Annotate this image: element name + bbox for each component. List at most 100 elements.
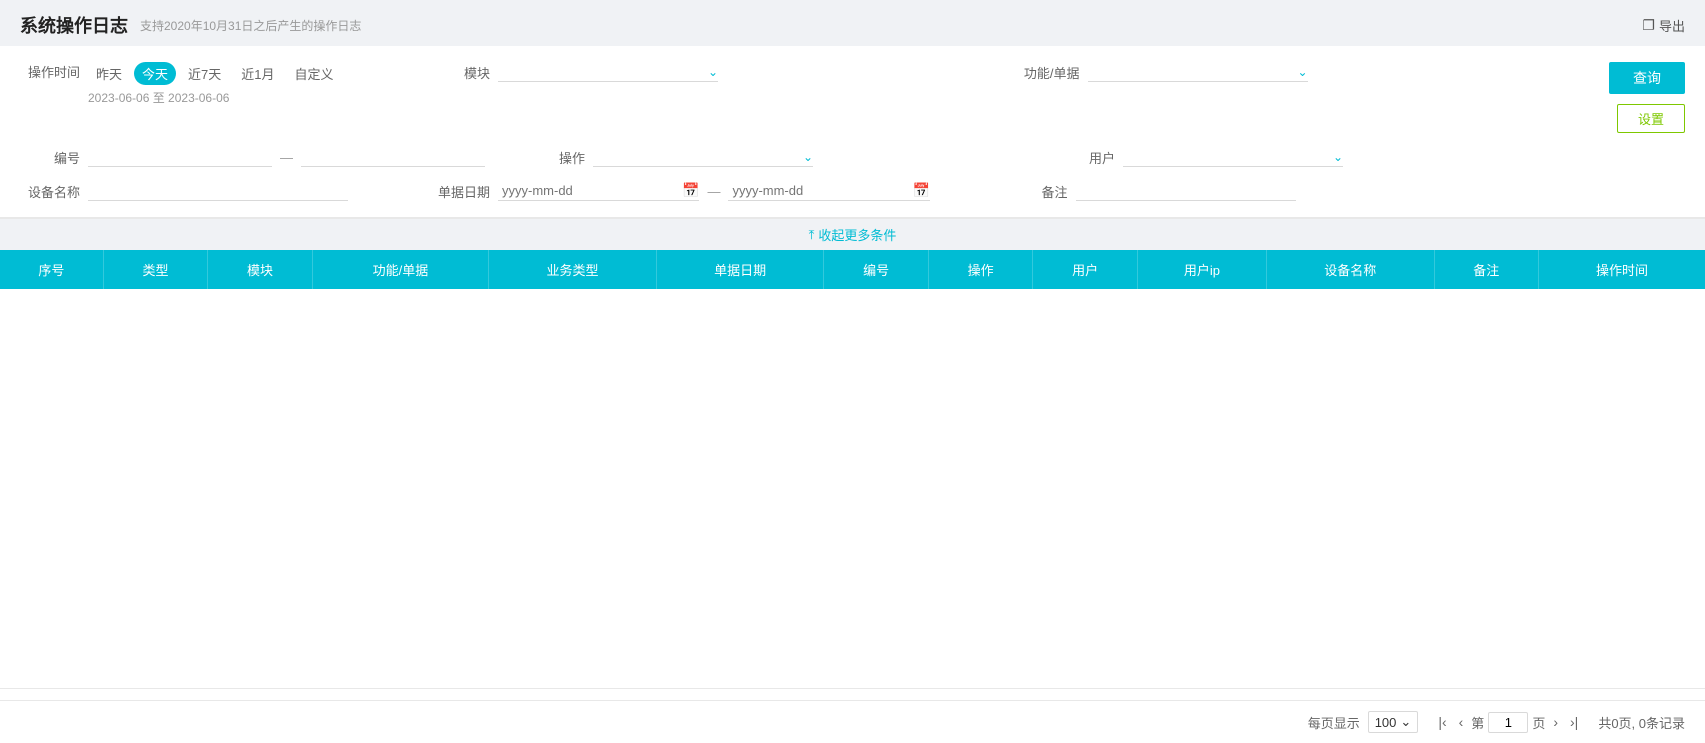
number-label: 编号 — [20, 148, 80, 167]
filter-row-3: 设备名称 单据日期 📅 — 📅 备注 — [20, 181, 1685, 201]
calendar-end-icon[interactable]: 📅 — [912, 182, 929, 199]
page-label: 第 — [1471, 713, 1484, 732]
col-op-time: 操作时间 — [1539, 250, 1705, 289]
col-module: 模块 — [208, 250, 312, 289]
today-btn[interactable]: 今天 — [134, 62, 176, 85]
scrollbar-inner — [0, 689, 1705, 690]
col-func: 功能/单据 — [312, 250, 488, 289]
doc-date-end-wrap[interactable]: 📅 — [728, 181, 929, 201]
total-info: 共0页, 0条记录 — [1598, 713, 1685, 732]
settings-button[interactable]: 设置 — [1617, 104, 1685, 133]
device-filter-col: 设备名称 — [20, 181, 390, 201]
module-label: 模块 — [430, 63, 490, 82]
page-unit: 页 — [1532, 713, 1545, 732]
module-chevron-icon: ⌄ — [708, 65, 718, 79]
page-title: 系统操作日志 — [20, 12, 128, 38]
horizontal-scrollbar[interactable] — [0, 688, 1705, 700]
table-header-row: 序号 类型 模块 功能/单据 业务类型 单据日期 编号 操作 用户 用户ip 设… — [0, 250, 1705, 289]
page-input[interactable] — [1488, 712, 1528, 733]
collapse-bar[interactable]: ⤒ 收起更多条件 — [0, 218, 1705, 250]
user-label: 用户 — [1055, 148, 1115, 167]
col-remark: 备注 — [1434, 250, 1538, 289]
col-device: 设备名称 — [1266, 250, 1434, 289]
action-col: 查询 设置 — [1609, 62, 1685, 133]
operation-input[interactable] — [593, 147, 799, 166]
time-buttons: 昨天 今天 近7天 近1月 自定义 — [88, 62, 342, 85]
next-page-btn[interactable]: › — [1549, 712, 1562, 732]
func-input[interactable] — [1088, 62, 1294, 81]
week-btn[interactable]: 近7天 — [180, 62, 229, 85]
user-chevron-icon: ⌄ — [1333, 150, 1343, 164]
filter-row-1: 操作时间 昨天 今天 近7天 近1月 自定义 2023-06-06 至 2023… — [20, 62, 1685, 133]
custom-btn[interactable]: 自定义 — [287, 62, 342, 85]
user-select[interactable]: ⌄ — [1123, 147, 1343, 167]
per-page-select[interactable]: 100 ⌄ — [1368, 711, 1419, 733]
page-header: 系统操作日志 支持2020年10月31日之后产生的操作日志 ❐ 导出 — [0, 0, 1705, 46]
remark-filter-col: 备注 — [1008, 181, 1566, 201]
doc-date-filter-col: 单据日期 📅 — 📅 — [430, 181, 988, 201]
per-page-value: 100 — [1375, 715, 1397, 730]
module-filter-col: 模块 ⌄ — [430, 62, 1000, 82]
table-header: 序号 类型 模块 功能/单据 业务类型 单据日期 编号 操作 用户 用户ip 设… — [0, 250, 1705, 289]
func-chevron-icon: ⌄ — [1297, 65, 1307, 79]
number-input-start[interactable] — [88, 147, 272, 167]
yesterday-btn[interactable]: 昨天 — [88, 62, 130, 85]
col-biz-type: 业务类型 — [489, 250, 657, 289]
export-label: 导出 — [1659, 16, 1685, 35]
last-page-btn[interactable]: ›| — [1566, 712, 1582, 732]
operation-chevron-icon: ⌄ — [803, 150, 813, 164]
doc-date-end-input[interactable] — [728, 181, 912, 200]
operation-label: 操作 — [525, 148, 585, 167]
doc-date-label: 单据日期 — [430, 182, 490, 201]
col-seq: 序号 — [0, 250, 103, 289]
remark-label: 备注 — [1008, 182, 1068, 201]
func-filter-col: 功能/单据 ⌄ — [1020, 62, 1590, 82]
func-label: 功能/单据 — [1020, 63, 1080, 82]
query-button[interactable]: 查询 — [1609, 62, 1685, 94]
number-filter-col: 编号 — — [20, 147, 485, 167]
time-label: 操作时间 — [20, 62, 80, 81]
export-icon: ❐ — [1642, 17, 1655, 34]
time-inner: 昨天 今天 近7天 近1月 自定义 2023-06-06 至 2023-06-0… — [88, 62, 342, 106]
module-select[interactable]: ⌄ — [498, 62, 718, 82]
col-type: 类型 — [103, 250, 207, 289]
time-range-display: 2023-06-06 至 2023-06-06 — [88, 89, 342, 106]
page-nav: |‹ ‹ 第 页 › ›| — [1434, 712, 1582, 733]
filter-area: 操作时间 昨天 今天 近7天 近1月 自定义 2023-06-06 至 2023… — [0, 46, 1705, 218]
pagination-bar: 每页显示 100 ⌄ |‹ ‹ 第 页 › ›| 共0页, 0条记录 — [0, 700, 1705, 743]
doc-date-start-wrap[interactable]: 📅 — [498, 181, 699, 201]
prev-page-btn[interactable]: ‹ — [1455, 712, 1468, 732]
col-operation: 操作 — [928, 250, 1032, 289]
operation-filter-col: 操作 ⌄ — [525, 147, 1035, 167]
per-page-label: 每页显示 — [1308, 713, 1360, 732]
user-filter-col: 用户 ⌄ — [1055, 147, 1565, 167]
first-page-btn[interactable]: |‹ — [1434, 712, 1450, 732]
col-doc-date: 单据日期 — [656, 250, 824, 289]
empty-area — [0, 289, 1705, 589]
col-number: 编号 — [824, 250, 928, 289]
number-dash: — — [280, 150, 293, 165]
time-filter-col: 操作时间 昨天 今天 近7天 近1月 自定义 2023-06-06 至 2023… — [20, 62, 390, 106]
collapse-up-icon: ⤒ — [809, 227, 815, 243]
month-btn[interactable]: 近1月 — [233, 62, 282, 85]
collapse-button[interactable]: ⤒ 收起更多条件 — [809, 225, 897, 244]
col-user: 用户 — [1033, 250, 1137, 289]
calendar-start-icon[interactable]: 📅 — [682, 182, 699, 199]
user-input[interactable] — [1123, 147, 1329, 166]
page-subtitle: 支持2020年10月31日之后产生的操作日志 — [140, 17, 361, 34]
doc-date-dash: — — [707, 184, 720, 199]
func-select[interactable]: ⌄ — [1088, 62, 1308, 82]
per-page-chevron-icon: ⌄ — [1400, 714, 1411, 730]
data-table: 序号 类型 模块 功能/单据 业务类型 单据日期 编号 操作 用户 用户ip 设… — [0, 250, 1705, 289]
page-container: 系统操作日志 支持2020年10月31日之后产生的操作日志 ❐ 导出 操作时间 … — [0, 0, 1705, 743]
remark-input[interactable] — [1076, 181, 1296, 201]
col-user-ip: 用户ip — [1137, 250, 1266, 289]
doc-date-start-input[interactable] — [498, 181, 682, 200]
number-input-end[interactable] — [301, 147, 485, 167]
module-input[interactable] — [498, 62, 704, 81]
export-button[interactable]: ❐ 导出 — [1642, 16, 1685, 35]
collapse-label: 收起更多条件 — [818, 225, 896, 244]
device-input[interactable] — [88, 181, 348, 201]
operation-select[interactable]: ⌄ — [593, 147, 813, 167]
device-label: 设备名称 — [20, 182, 80, 201]
